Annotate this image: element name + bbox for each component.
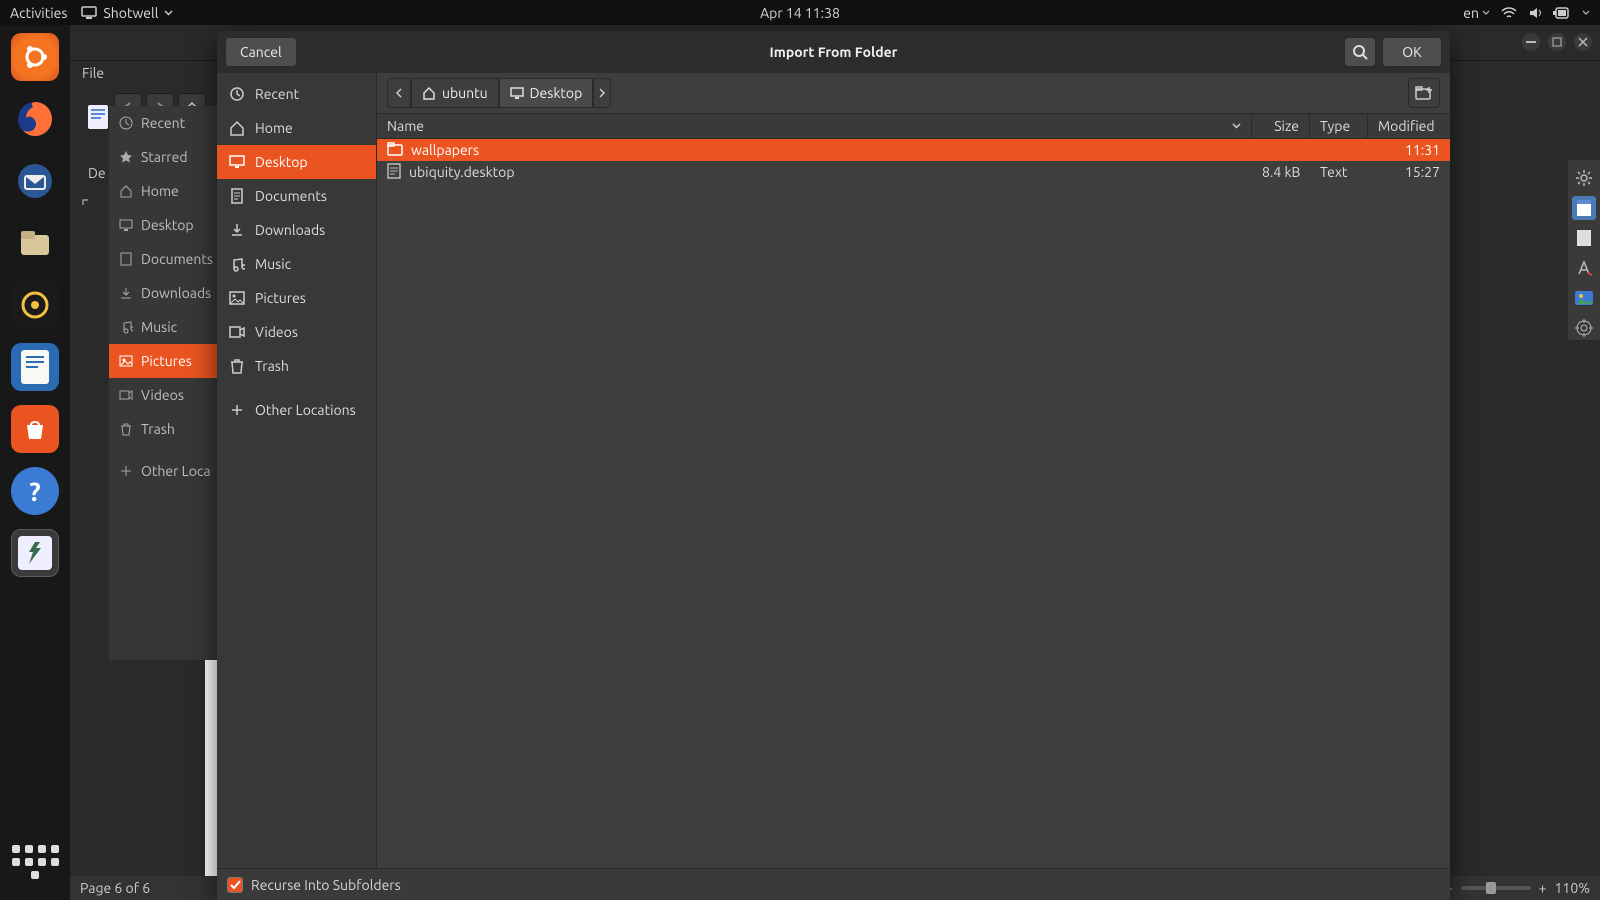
bg-side-trash[interactable]: Trash — [109, 412, 217, 446]
import-dialog: Cancel Import From Folder OK Recent Home… — [217, 31, 1450, 900]
bg-side-starred[interactable]: Starred — [109, 140, 217, 174]
place-documents[interactable]: Documents — [217, 179, 376, 213]
col-size[interactable]: Size — [1252, 114, 1310, 138]
dock-writer[interactable] — [11, 343, 59, 391]
place-recent[interactable]: Recent — [217, 77, 376, 111]
file-list: wallpapers 11:31 ubiquity.desktop 8.4 kBTex… — [377, 139, 1450, 868]
bg-side-recent[interactable]: Recent — [109, 106, 217, 140]
column-headers: Name Size Type Modified — [377, 113, 1450, 139]
file-type: Text — [1310, 164, 1368, 180]
place-downloads[interactable]: Downloads — [217, 213, 376, 247]
home-icon — [422, 86, 436, 100]
volume-icon[interactable] — [1528, 6, 1542, 20]
bg-side-downloads[interactable]: Downloads — [109, 276, 217, 310]
clock[interactable]: Apr 14 11:38 — [760, 5, 840, 21]
col-type[interactable]: Type — [1310, 114, 1368, 138]
top-panel: Activities Shotwell Apr 14 11:38 en — [0, 0, 1600, 25]
dock-thunderbird[interactable] — [11, 157, 59, 205]
page-indicator: Page 6 of 6 — [80, 880, 150, 896]
rtool-page[interactable] — [1572, 196, 1596, 220]
path-bar: ubuntu Desktop — [377, 73, 1450, 113]
dock-files[interactable] — [11, 219, 59, 267]
app-menu[interactable]: Shotwell — [81, 5, 173, 21]
path-seg-ubuntu[interactable]: ubuntu — [411, 78, 499, 108]
path-back[interactable] — [387, 78, 411, 108]
zoom-slider[interactable] — [1461, 886, 1531, 890]
device-icon — [81, 6, 97, 20]
corner-icon — [82, 193, 94, 209]
file-modified: 11:31 — [1368, 142, 1450, 158]
path-seg-desktop[interactable]: Desktop — [499, 78, 594, 108]
bg-side-home[interactable]: Home — [109, 174, 217, 208]
file-name: ubiquity.desktop — [409, 164, 515, 180]
file-row[interactable]: ubiquity.desktop 8.4 kBText15:27 — [377, 161, 1450, 183]
bg-side-desktop[interactable]: Desktop — [109, 208, 217, 242]
show-applications[interactable] — [11, 838, 59, 886]
ok-button[interactable]: OK — [1382, 37, 1442, 67]
rtool-gallery[interactable] — [1572, 286, 1596, 310]
battery-icon[interactable] — [1552, 7, 1572, 19]
activities-button[interactable]: Activities — [10, 5, 67, 21]
place-home[interactable]: Home — [217, 111, 376, 145]
rtool-blank[interactable] — [1572, 226, 1596, 250]
place-trash[interactable]: Trash — [217, 349, 376, 383]
file-name: wallpapers — [411, 142, 479, 158]
dock-help[interactable]: ? — [11, 467, 59, 515]
app-menu-label: Shotwell — [103, 5, 158, 21]
right-toolbar — [1568, 160, 1600, 340]
dock-software[interactable] — [11, 405, 59, 453]
bg-sidebar: Recent Starred Home Desktop Documents Do… — [109, 106, 217, 660]
bg-side-pictures[interactable]: Pictures — [109, 344, 217, 378]
col-name[interactable]: Name — [377, 114, 1252, 138]
dock: ? — [0, 25, 70, 900]
folder-icon — [387, 142, 403, 159]
wifi-icon[interactable] — [1500, 6, 1518, 20]
maximize-button[interactable] — [1548, 33, 1566, 51]
recurse-checkbox[interactable] — [227, 877, 243, 893]
recurse-label[interactable]: Recurse Into Subfolders — [251, 877, 401, 893]
rtool-target[interactable] — [1572, 316, 1596, 340]
dock-rhythmbox[interactable] — [11, 281, 59, 329]
sort-desc-icon — [1232, 123, 1241, 129]
path-forward[interactable] — [593, 78, 611, 108]
zoom-in[interactable]: + — [1539, 880, 1547, 896]
dialog-title: Import From Folder — [770, 44, 898, 60]
chevron-down-icon — [164, 10, 173, 16]
doc-icon — [88, 105, 108, 132]
bg-side-videos[interactable]: Videos — [109, 378, 217, 412]
places-sidebar: Recent Home Desktop Documents Downloads … — [217, 73, 377, 868]
col-modified[interactable]: Modified — [1368, 114, 1450, 138]
place-music[interactable]: Music — [217, 247, 376, 281]
input-source[interactable]: en — [1463, 5, 1490, 21]
tab-label[interactable]: De — [88, 165, 106, 181]
rtool-gear[interactable] — [1572, 166, 1596, 190]
close-button[interactable] — [1574, 33, 1592, 51]
dialog-header: Cancel Import From Folder OK — [217, 31, 1450, 73]
bg-side-music[interactable]: Music — [109, 310, 217, 344]
bg-side-documents[interactable]: Documents — [109, 242, 217, 276]
place-videos[interactable]: Videos — [217, 315, 376, 349]
cancel-button[interactable]: Cancel — [225, 37, 297, 67]
system-menu-chevron-icon[interactable] — [1582, 10, 1590, 15]
place-desktop[interactable]: Desktop — [217, 145, 376, 179]
dock-firefox[interactable] — [11, 95, 59, 143]
minimize-button[interactable] — [1522, 33, 1540, 51]
new-folder-button[interactable] — [1408, 78, 1440, 108]
desktop-icon — [510, 87, 524, 99]
dialog-footer: Recurse Into Subfolders — [217, 868, 1450, 900]
file-size: 8.4 kB — [1252, 164, 1310, 180]
dock-ubuntu[interactable] — [11, 33, 59, 81]
dock-shotwell[interactable] — [11, 529, 59, 577]
file-menu[interactable]: File — [82, 65, 104, 81]
file-row[interactable]: wallpapers 11:31 — [377, 139, 1450, 161]
bg-side-other[interactable]: Other Loca — [109, 454, 217, 488]
search-button[interactable] — [1344, 37, 1376, 67]
place-pictures[interactable]: Pictures — [217, 281, 376, 315]
place-other[interactable]: Other Locations — [217, 393, 376, 427]
zoom-value: 110% — [1555, 880, 1590, 896]
file-modified: 15:27 — [1368, 164, 1450, 180]
rtool-char[interactable] — [1572, 256, 1596, 280]
file-icon — [387, 163, 401, 182]
